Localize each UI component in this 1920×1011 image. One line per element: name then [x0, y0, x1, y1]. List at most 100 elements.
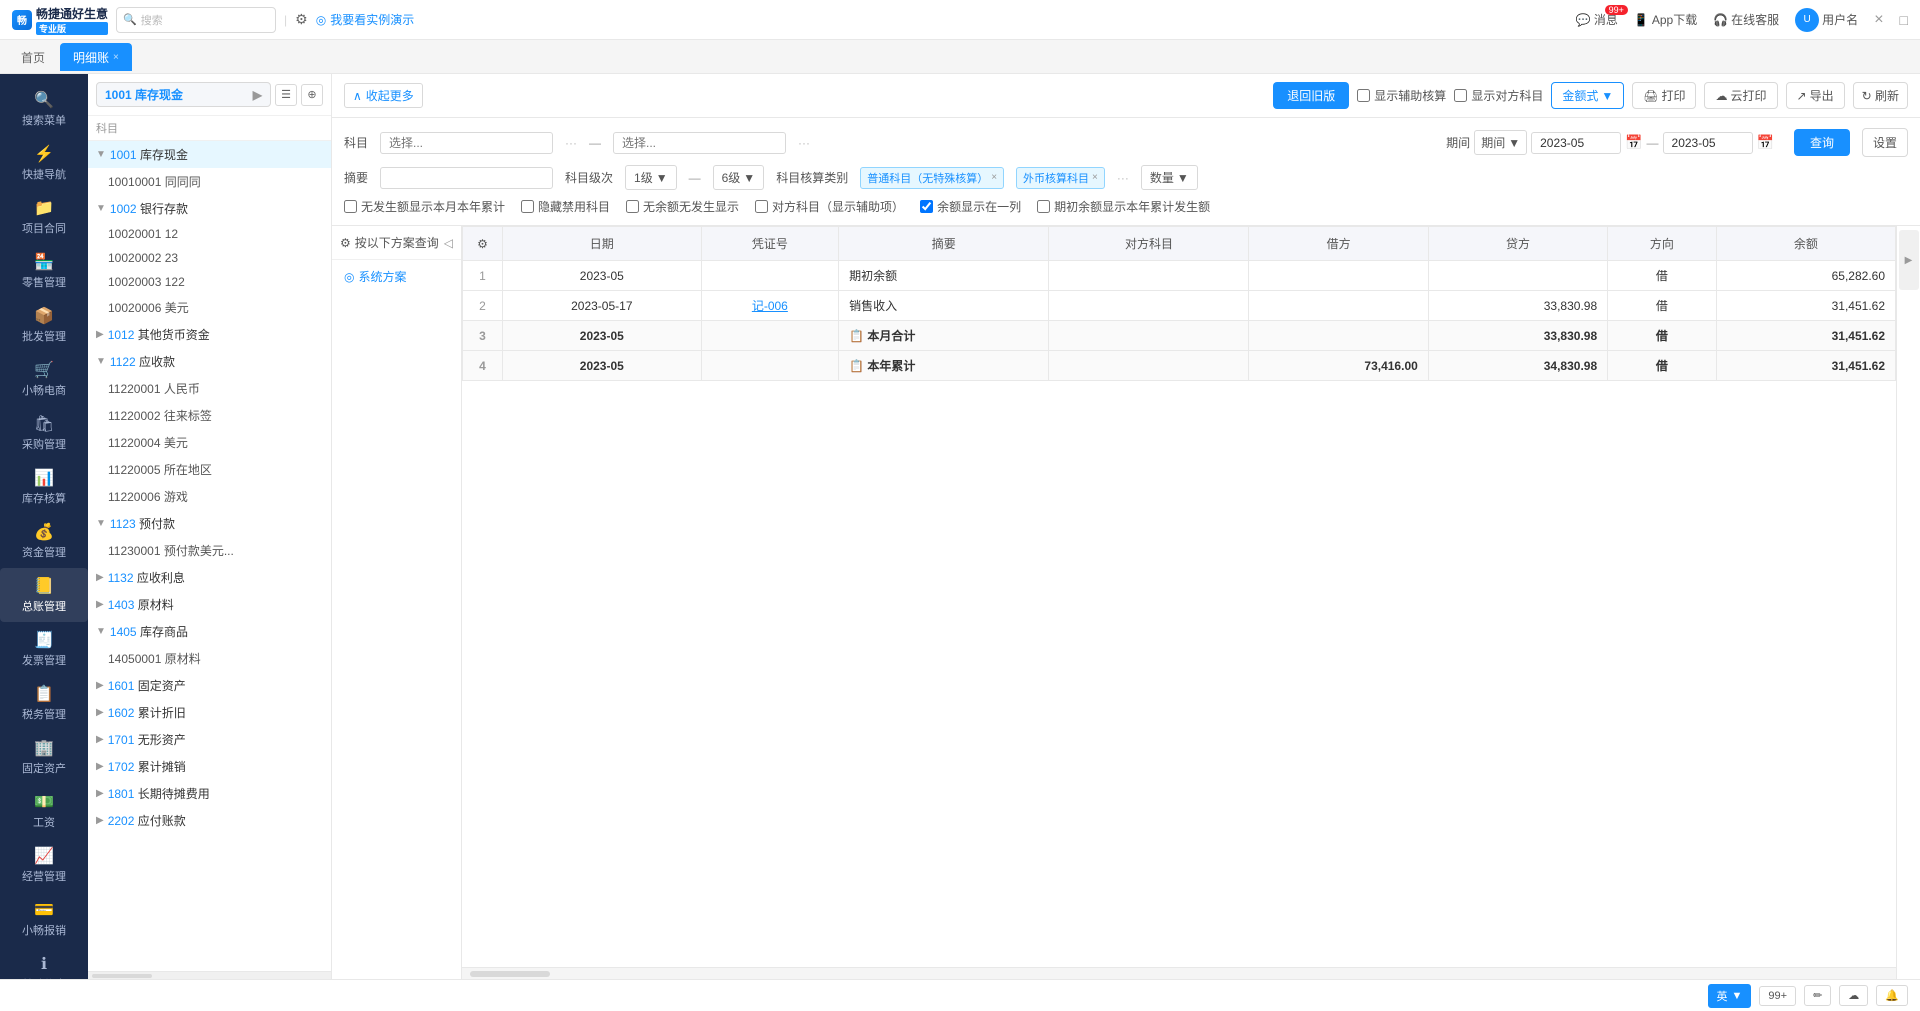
tree-node-11230001[interactable]: 11230001 预付款美元... [88, 537, 331, 564]
check-show-counter[interactable]: 对方科目（显示辅助项） [755, 198, 904, 215]
tree-node-10020001[interactable]: 10020001 12 [88, 222, 331, 246]
bottom-btn-notify[interactable]: 🔔 [1876, 985, 1908, 1006]
check-period-occur[interactable]: 期初余额显示本年累计发生额 [1037, 198, 1210, 215]
sidebar-item-wholesale[interactable]: 📦 批发管理 [0, 298, 88, 352]
sidebar-item-sales[interactable]: 💳 小畅报销 [0, 892, 88, 946]
maximize-btn[interactable]: □ [1900, 12, 1908, 28]
tree-node-10020006[interactable]: 10020006 美元 [88, 294, 331, 321]
sidebar-item-capital[interactable]: 💰 资金管理 [0, 514, 88, 568]
quantity-btn[interactable]: 数量 ▼ [1141, 165, 1198, 190]
tree-node-1132[interactable]: ▶ 1132 应收利息 [88, 564, 331, 591]
collapse-scheme-icon[interactable]: ◁ [444, 236, 453, 250]
scheme-system-item[interactable]: ◎ 系统方案 [332, 260, 461, 293]
checkbox-show-counter[interactable] [755, 200, 768, 213]
topbar-search[interactable]: 🔍 搜索 [116, 7, 276, 33]
tag-close-icon-2[interactable]: × [1092, 172, 1098, 183]
sidebar-item-operations[interactable]: 📈 经营管理 [0, 838, 88, 892]
settings-icon[interactable]: ⚙ [295, 11, 308, 28]
demo-link[interactable]: ◎ 我要看实例演示 [316, 11, 415, 28]
tree-node-10020003[interactable]: 10020003 122 [88, 270, 331, 294]
summary-input[interactable] [380, 167, 553, 189]
show-auxiliary-checkbox[interactable] [1357, 89, 1370, 102]
col-settings[interactable]: ⚙ [463, 227, 503, 261]
tree-node-10010001[interactable]: 10010001 同同同 [88, 168, 331, 195]
refresh-btn[interactable]: ↻ 刷新 [1853, 82, 1908, 109]
tag-close-icon[interactable]: × [991, 172, 997, 183]
tree-node-1123[interactable]: ▼ 1123 预付款 [88, 510, 331, 537]
tree-node-1801[interactable]: ▶ 1801 长期待摊费用 [88, 780, 331, 807]
tree-node-11220005[interactable]: 11220005 所在地区 [88, 456, 331, 483]
tree-node-11220004[interactable]: 11220004 美元 [88, 429, 331, 456]
checkbox-no-occur[interactable] [344, 200, 357, 213]
sidebar-item-quicknav[interactable]: ⚡ 快捷导航 [0, 136, 88, 190]
subject-input-2[interactable] [613, 132, 786, 154]
sidebar-item-assets[interactable]: 🏢 固定资产 [0, 730, 88, 784]
subject-input[interactable] [380, 132, 553, 154]
sidebar-item-search[interactable]: 🔍 搜索菜单 [0, 82, 88, 136]
checkbox-no-balance[interactable] [626, 200, 639, 213]
show-auxiliary-check[interactable]: 显示辅助核算 [1357, 87, 1446, 104]
tree-node-1701[interactable]: ▶ 1701 无形资产 [88, 726, 331, 753]
tree-action-expand[interactable]: ⊕ [301, 84, 323, 106]
tree-node-1602[interactable]: ▶ 1602 累计折旧 [88, 699, 331, 726]
tree-node-1403[interactable]: ▶ 1403 原材料 [88, 591, 331, 618]
sidebar-item-ledger[interactable]: 📒 总账管理 [0, 568, 88, 622]
account-selector[interactable]: 1001 库存现金 ▶ [96, 82, 271, 107]
sidebar-item-purchase[interactable]: 🛍 采购管理 [0, 406, 88, 460]
checkbox-hide-disabled[interactable] [521, 200, 534, 213]
sidebar-item-inventory[interactable]: 📊 库存核算 [0, 460, 88, 514]
tree-node-14050001[interactable]: 14050001 原材料 [88, 645, 331, 672]
sidebar-item-project[interactable]: 📁 项目合同 [0, 190, 88, 244]
expand-btn[interactable]: ∧ 收起更多 [344, 83, 423, 108]
print-btn[interactable]: 🖨 打印 [1632, 82, 1696, 109]
check-no-occur[interactable]: 无发生额显示本月本年累计 [344, 198, 505, 215]
checkbox-balance-one-col[interactable] [920, 200, 933, 213]
bottom-btn-badge[interactable]: 99+ [1759, 986, 1796, 1006]
check-hide-disabled[interactable]: 隐藏禁用科目 [521, 198, 610, 215]
query-btn[interactable]: 查询 [1794, 129, 1850, 156]
level-to-select[interactable]: 6级 ▼ [713, 165, 765, 190]
tab-home[interactable]: 首页 [8, 43, 58, 71]
tree-node-1012[interactable]: ▶ 1012 其他货币资金 [88, 321, 331, 348]
bottom-btn-lang[interactable]: 英 ▼ [1708, 984, 1752, 1008]
tree-node-11220002[interactable]: 11220002 往来标签 [88, 402, 331, 429]
period-type-select[interactable]: 期间 ▼ [1474, 130, 1527, 155]
app-download-btn[interactable]: 📱 App下载 [1634, 11, 1697, 28]
sidebar-item-retail[interactable]: 🏪 零售管理 [0, 244, 88, 298]
sidebar-item-invoice[interactable]: 🧾 发票管理 [0, 622, 88, 676]
tab-detail[interactable]: 明细账 × [60, 43, 132, 71]
bottom-btn-edit[interactable]: ✏ [1804, 985, 1831, 1006]
bottom-btn-cloud[interactable]: ☁ [1839, 985, 1868, 1006]
level-from-select[interactable]: 1级 ▼ [625, 165, 677, 190]
show-counterpart-check[interactable]: 显示对方科目 [1454, 87, 1543, 104]
tree-node-1122[interactable]: ▼ 1122 应收款 [88, 348, 331, 375]
close-btn[interactable]: × [1874, 11, 1883, 29]
show-counterpart-checkbox[interactable] [1454, 89, 1467, 102]
check-no-balance[interactable]: 无余额无发生显示 [626, 198, 739, 215]
tree-node-1002[interactable]: ▼ 1002 银行存款 [88, 195, 331, 222]
col-settings-icon[interactable]: ⚙ [477, 237, 488, 251]
messages-btn[interactable]: 💬 消息 99+ [1576, 11, 1618, 28]
tree-node-1702[interactable]: ▶ 1702 累计摊销 [88, 753, 331, 780]
back-old-btn[interactable]: 退回旧版 [1273, 82, 1349, 109]
sidebar-item-tax[interactable]: 📋 税务管理 [0, 676, 88, 730]
tree-node-2202[interactable]: ▶ 2202 应付账款 [88, 807, 331, 834]
user-avatar[interactable]: U 用户名 [1795, 8, 1858, 32]
check-balance-one-col[interactable]: 余额显示在一列 [920, 198, 1021, 215]
tree-action-list[interactable]: ☰ [275, 84, 297, 106]
sidebar-item-ecommerce[interactable]: 🛒 小畅电商 [0, 352, 88, 406]
checkbox-period-occur[interactable] [1037, 200, 1050, 213]
online-service-btn[interactable]: 🎧 在线客服 [1713, 11, 1779, 28]
tab-close-icon[interactable]: × [113, 52, 119, 63]
tree-node-11220001[interactable]: 11220001 人民币 [88, 375, 331, 402]
right-panel-btn[interactable]: ▶ [1899, 230, 1919, 290]
sidebar-item-salary[interactable]: 💵 工资 [0, 784, 88, 838]
export-btn[interactable]: ↗ 导出 [1786, 82, 1845, 109]
tree-node-10020002[interactable]: 10020002 23 [88, 246, 331, 270]
tree-node-1405[interactable]: ▼ 1405 库存商品 [88, 618, 331, 645]
tree-node-1601[interactable]: ▶ 1601 固定资产 [88, 672, 331, 699]
cloud-print-btn[interactable]: ☁ 云打印 [1704, 82, 1777, 109]
jine-btn[interactable]: 金额式 ▼ [1551, 82, 1624, 109]
period-to-input[interactable] [1663, 132, 1753, 154]
sidebar-item-base[interactable]: ℹ 基础信息 [0, 946, 88, 979]
